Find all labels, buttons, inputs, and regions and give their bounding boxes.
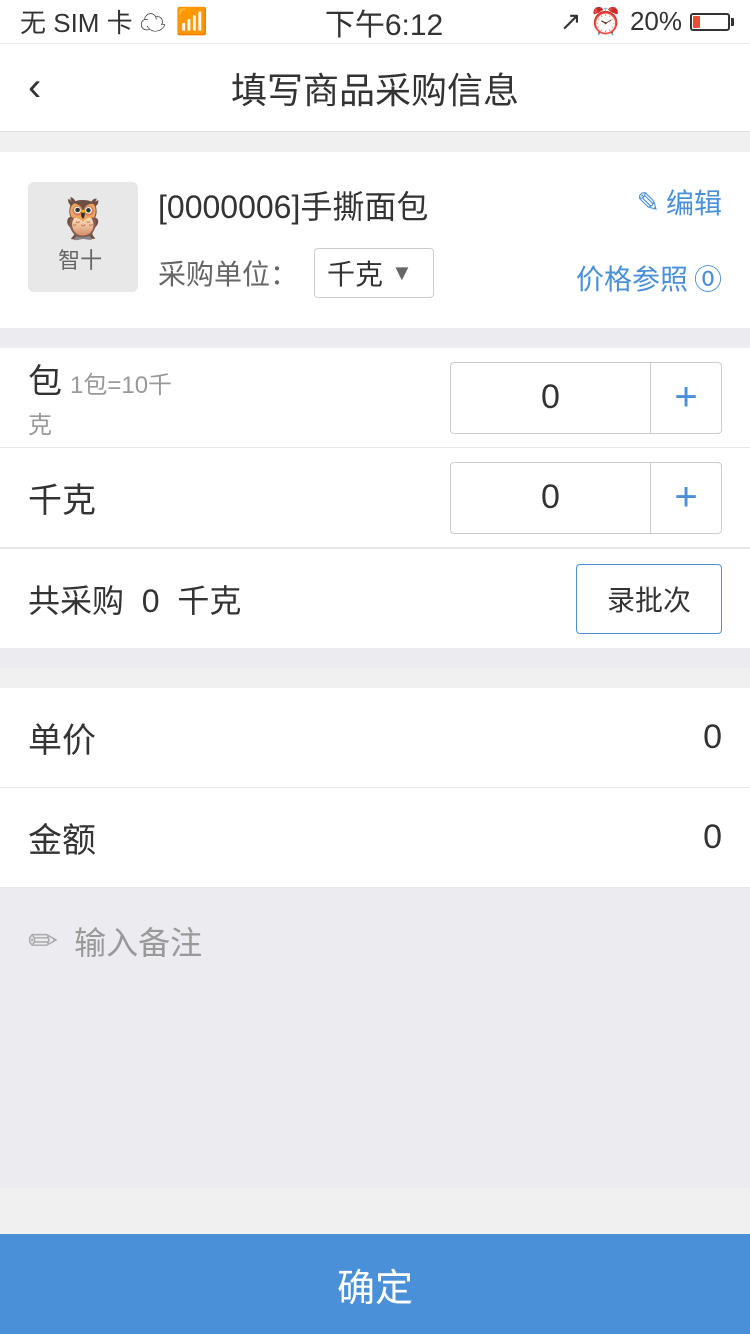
divider-2 (0, 648, 750, 668)
total-row: 共采购 0 千克 录批次 (0, 548, 750, 648)
page-title: 填写商品采购信息 (231, 62, 519, 114)
dropdown-arrow-icon: ▼ (391, 260, 413, 286)
kg-input[interactable] (450, 462, 650, 534)
total-prefix: 共采购 (28, 583, 124, 619)
unit-price-value: 0 (703, 718, 722, 757)
location-icon: ↗ (560, 6, 582, 37)
owl-icon: 🦉 (58, 199, 108, 239)
input-section: 包1包=10千克 + 千克 + (0, 348, 750, 548)
amount-value: 0 (703, 818, 722, 857)
kg-input-row: 千克 + (0, 448, 750, 548)
kg-input-wrapper: + (450, 462, 722, 534)
note-placeholder: ✏ 输入备注 (28, 918, 722, 964)
divider-1 (0, 328, 750, 348)
battery-label: 20% (630, 6, 682, 37)
batch-button[interactable]: 录批次 (576, 564, 722, 634)
no-sim-label: 无 SIM 卡 ☁ (20, 3, 166, 40)
product-card: 🦉 智十 [0000006]手撕面包 采购单位： 千克 ▼ ✎ 编辑 价格参照 … (0, 152, 750, 328)
bag-input[interactable] (450, 362, 650, 434)
battery-icon (690, 13, 730, 31)
owl-text: 智十 (58, 243, 108, 275)
unit-price-label: 单价 (28, 713, 703, 762)
unit-select[interactable]: 千克 ▼ (314, 248, 434, 298)
total-suffix: 千克 (177, 583, 241, 619)
status-left: 无 SIM 卡 ☁ 📶 (20, 3, 208, 40)
total-text: 共采购 0 千克 (28, 576, 241, 622)
amount-row: 金额 0 (0, 788, 750, 888)
price-ref-label: 价格参照 (576, 258, 688, 298)
edit-icon: ✎ (637, 186, 660, 219)
amount-label: 金额 (28, 813, 703, 862)
info-section: 单价 0 金额 0 (0, 688, 750, 888)
kg-plus-button[interactable]: + (650, 462, 722, 534)
status-right: ↗ ⏰ 20% (560, 6, 730, 37)
pencil-icon: ✏ (28, 920, 58, 962)
help-icon: ⓪ (694, 258, 722, 298)
status-bar: 无 SIM 卡 ☁ 📶 下午6:12 ↗ ⏰ 20% (0, 0, 750, 44)
kg-label: 千克 (28, 473, 188, 522)
note-placeholder-text: 输入备注 (74, 918, 202, 964)
confirm-button[interactable]: 确定 (0, 1234, 750, 1334)
note-section[interactable]: ✏ 输入备注 (0, 888, 750, 1188)
edit-button[interactable]: ✎ 编辑 (637, 182, 722, 222)
unit-value: 千克 (327, 253, 383, 293)
back-button[interactable]: ‹ (28, 65, 41, 110)
bag-input-row: 包1包=10千克 + (0, 348, 750, 448)
bag-label: 包1包=10千克 (28, 354, 188, 442)
unit-label: 采购单位： (158, 253, 298, 293)
wifi-icon: 📶 (176, 6, 208, 37)
bag-plus-button[interactable]: + (650, 362, 722, 434)
total-amount: 0 (142, 583, 160, 619)
status-time: 下午6:12 (325, 0, 443, 44)
bag-input-wrapper: + (450, 362, 722, 434)
alarm-icon: ⏰ (590, 6, 622, 37)
product-image: 🦉 智十 (28, 182, 138, 292)
nav-bar: ‹ 填写商品采购信息 (0, 44, 750, 132)
edit-label: 编辑 (666, 182, 722, 222)
unit-price-row: 单价 0 (0, 688, 750, 788)
battery-fill (693, 16, 700, 28)
price-ref-button[interactable]: 价格参照 ⓪ (576, 258, 722, 298)
